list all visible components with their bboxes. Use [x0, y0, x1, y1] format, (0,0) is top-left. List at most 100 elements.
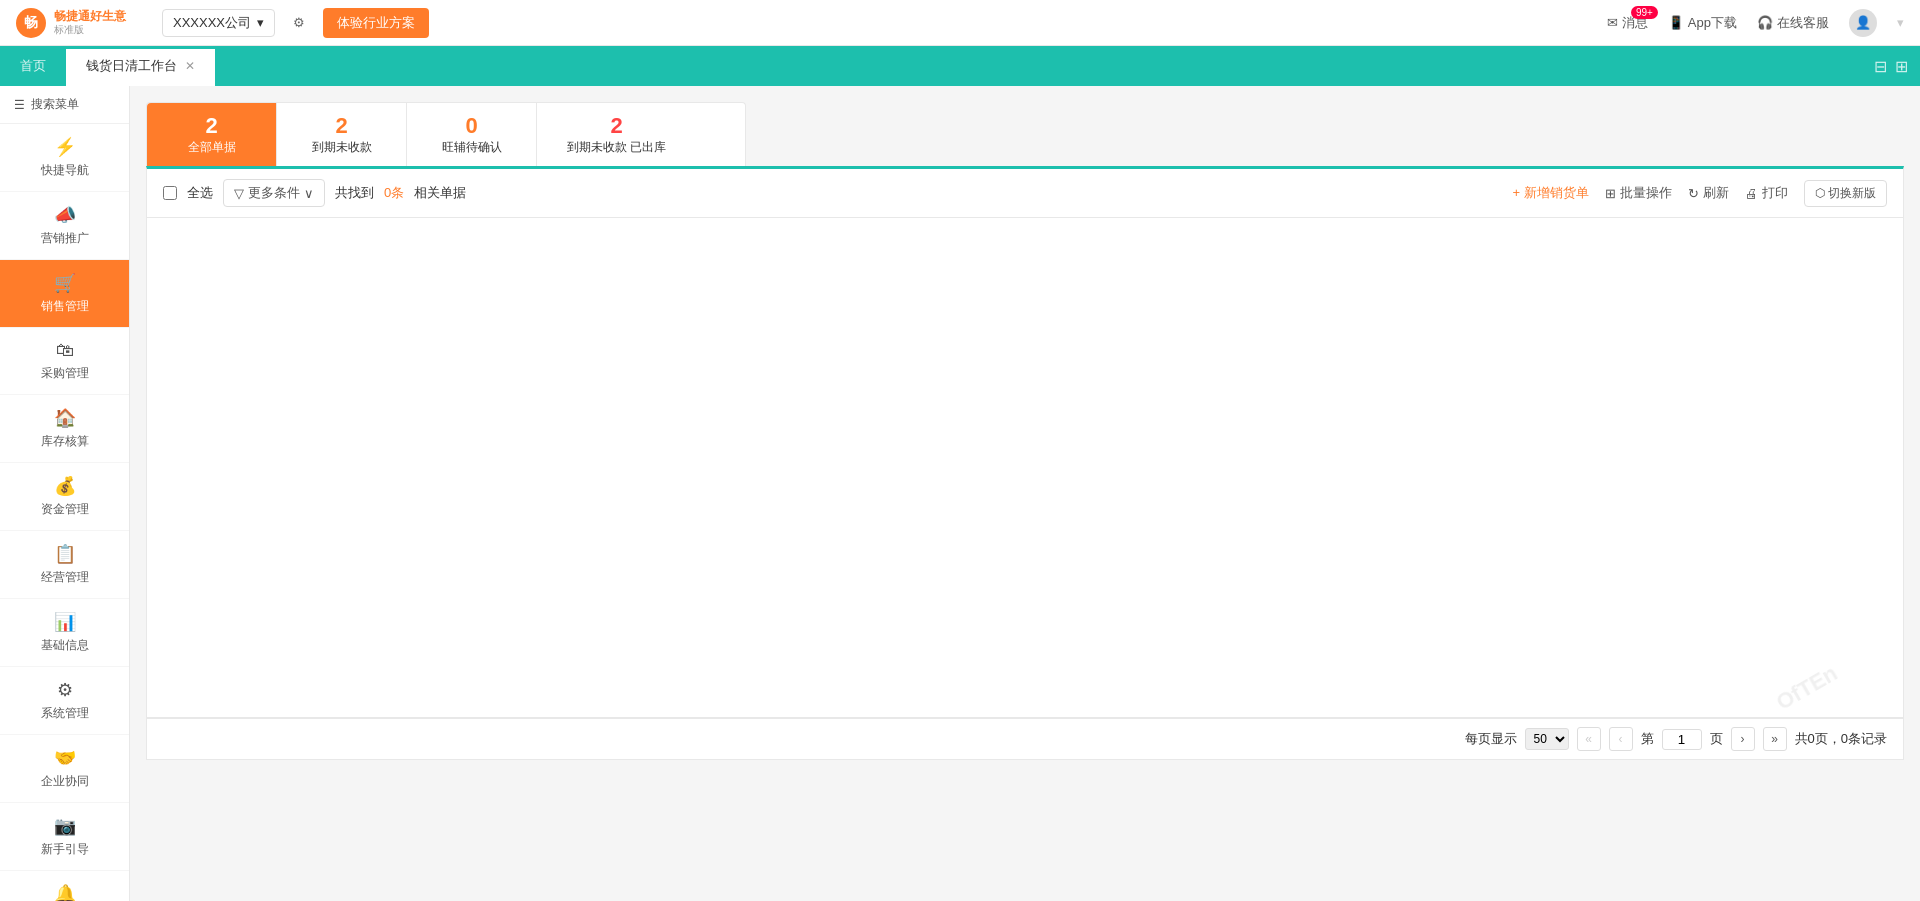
sidebar-item-label: 销售管理 — [41, 298, 89, 315]
page-number-input[interactable] — [1662, 729, 1702, 750]
stat-tab-shipped[interactable]: 2 到期未收款 已出库 — [537, 103, 696, 166]
sidebar-item-guide[interactable]: 📷 新手引导 — [0, 803, 129, 871]
online-service-label: 在线客服 — [1777, 14, 1829, 32]
sidebar-item-finance[interactable]: 💰 资金管理 — [0, 463, 129, 531]
stats-tabs: 2 全部单据 2 到期未收款 0 旺辅待确认 2 到期未收款 已出库 — [146, 102, 746, 166]
sidebar-item-system[interactable]: ⚙ 系统管理 — [0, 667, 129, 735]
print-button[interactable]: 🖨 打印 — [1745, 184, 1788, 202]
company-name: XXXXXX公司 — [173, 14, 251, 32]
prev-page-button[interactable]: ‹ — [1609, 727, 1633, 751]
sidebar-item-cooperation[interactable]: 🤝 企业协同 — [0, 735, 129, 803]
print-icon: 🖨 — [1745, 186, 1758, 201]
search-menu-button[interactable]: ☰ 搜索菜单 — [0, 86, 129, 124]
tab-workbench[interactable]: 钱货日清工作台 ✕ — [66, 46, 215, 86]
sidebar-item-label: 快捷导航 — [41, 162, 89, 179]
stat-all-label: 全部单据 — [188, 140, 236, 154]
app-download-button[interactable]: 📱 App下载 — [1668, 14, 1737, 32]
tab-minimize-button[interactable]: ⊟ — [1874, 57, 1887, 76]
first-page-button[interactable]: « — [1577, 727, 1601, 751]
new-sale-order-label: + 新增销货单 — [1512, 184, 1588, 202]
toolbar: 全选 ▽ 更多条件 ∨ 共找到 0条 相关单据 + 新增销货单 ⊞ 批量操作 ↻… — [146, 166, 1904, 218]
sidebar: ☰ 搜索菜单 ⚡ 快捷导航 📣 营销推广 🛒 销售管理 🛍 采购管理 🏠 库存核… — [0, 86, 130, 901]
last-page-button[interactable]: » — [1763, 727, 1787, 751]
logo-area: 畅 畅捷通好生意 标准版 — [16, 8, 146, 38]
logo-icon: 畅 — [16, 8, 46, 38]
search-menu-label: 搜索菜单 — [31, 96, 79, 113]
stat-shipped-num: 2 — [567, 113, 666, 139]
switch-version-label: 切换新版 — [1828, 186, 1876, 200]
sidebar-item-operation[interactable]: 📋 经营管理 — [0, 531, 129, 599]
tab-home[interactable]: 首页 — [0, 46, 66, 86]
more-filter-label: 更多条件 — [248, 184, 300, 202]
sidebar-item-label: 采购管理 — [41, 365, 89, 382]
marketing-icon: 📣 — [54, 204, 76, 226]
message-button[interactable]: ✉ 消息 99+ — [1607, 14, 1648, 32]
print-label: 打印 — [1762, 184, 1788, 202]
per-page-select[interactable]: 50 — [1525, 728, 1569, 750]
company-selector[interactable]: XXXXXX公司 ▾ — [162, 9, 275, 37]
user-icon: 👤 — [1855, 15, 1871, 30]
sidebar-item-quick-nav[interactable]: ⚡ 快捷导航 — [0, 124, 129, 192]
basic-icon: 📊 — [54, 611, 76, 633]
sidebar-item-appstore[interactable]: 🔔 应用中心 — [0, 871, 129, 901]
sidebar-item-label: 系统管理 — [41, 705, 89, 722]
stat-shipped-label: 到期未收款 已出库 — [567, 140, 666, 154]
tab-bar: 首页 钱货日清工作台 ✕ ⊟ ⊞ — [0, 46, 1920, 86]
new-sale-order-button[interactable]: + 新增销货单 — [1508, 184, 1588, 202]
trial-button[interactable]: 体验行业方案 — [323, 8, 429, 38]
sidebar-item-sales[interactable]: 🛒 销售管理 — [0, 260, 129, 328]
batch-icon: ⊞ — [1605, 186, 1616, 201]
chevron-down-icon: ▾ — [257, 15, 264, 30]
first-icon: « — [1585, 732, 1592, 746]
sidebar-item-basic[interactable]: 📊 基础信息 — [0, 599, 129, 667]
filter-icon: ▽ — [234, 186, 244, 201]
toolbar-right: + 新增销货单 ⊞ 批量操作 ↻ 刷新 🖨 打印 ⬡ 切换新版 — [1508, 180, 1887, 207]
main-content: 2 全部单据 2 到期未收款 0 旺辅待确认 2 到期未收款 已出库 全选 ▽ … — [130, 86, 1920, 901]
finance-icon: 💰 — [54, 475, 76, 497]
switch-icon: ⬡ — [1815, 186, 1825, 200]
refresh-button[interactable]: ↻ 刷新 — [1688, 184, 1729, 202]
table-area — [146, 218, 1904, 718]
stat-all-num: 2 — [177, 113, 246, 139]
logo-text: 畅捷通好生意 标准版 — [54, 9, 126, 35]
toolbar-left: 全选 ▽ 更多条件 ∨ 共找到 0条 相关单据 — [163, 179, 466, 207]
settings-button[interactable]: ⚙ — [285, 9, 313, 37]
per-page-label: 每页显示 — [1465, 730, 1517, 748]
inventory-icon: 🏠 — [54, 407, 76, 429]
sidebar-item-label: 新手引导 — [41, 841, 89, 858]
page-suffix: 页 — [1710, 730, 1723, 748]
search-icon: ☰ — [14, 98, 25, 112]
switch-version-button[interactable]: ⬡ 切换新版 — [1804, 180, 1887, 207]
message-badge: 99+ — [1631, 6, 1658, 19]
more-filter-button[interactable]: ▽ 更多条件 ∨ — [223, 179, 325, 207]
system-icon: ⚙ — [57, 679, 73, 701]
stat-tab-overdue[interactable]: 2 到期未收款 — [277, 103, 407, 166]
service-icon: 🎧 — [1757, 15, 1773, 30]
sidebar-item-purchase[interactable]: 🛍 采购管理 — [0, 328, 129, 395]
sidebar-item-label: 企业协同 — [41, 773, 89, 790]
sidebar-item-label: 营销推广 — [41, 230, 89, 247]
tab-close-button[interactable]: ✕ — [185, 59, 195, 73]
avatar[interactable]: 👤 — [1849, 9, 1877, 37]
batch-operation-button[interactable]: ⊞ 批量操作 — [1605, 184, 1672, 202]
tab-maximize-button[interactable]: ⊞ — [1895, 57, 1908, 76]
tab-workbench-label: 钱货日清工作台 — [86, 57, 177, 75]
dropdown-icon: ∨ — [304, 186, 314, 201]
app-download-label: App下载 — [1688, 14, 1737, 32]
stat-wangfu-label: 旺辅待确认 — [442, 140, 502, 154]
appstore-icon: 🔔 — [54, 883, 76, 901]
logo-subtitle: 标准版 — [54, 24, 126, 36]
select-all-checkbox[interactable] — [163, 186, 177, 200]
online-service-button[interactable]: 🎧 在线客服 — [1757, 14, 1829, 32]
sidebar-item-inventory[interactable]: 🏠 库存核算 — [0, 395, 129, 463]
stat-tab-wangfu[interactable]: 0 旺辅待确认 — [407, 103, 537, 166]
refresh-label: 刷新 — [1703, 184, 1729, 202]
next-page-button[interactable]: › — [1731, 727, 1755, 751]
stat-tab-all[interactable]: 2 全部单据 — [147, 103, 277, 166]
refresh-icon: ↻ — [1688, 186, 1699, 201]
sidebar-item-label: 基础信息 — [41, 637, 89, 654]
sidebar-item-marketing[interactable]: 📣 营销推广 — [0, 192, 129, 260]
found-suffix: 相关单据 — [414, 184, 466, 202]
user-menu-button[interactable]: ▾ — [1897, 15, 1904, 30]
total-records: 共0页，0条记录 — [1795, 730, 1887, 748]
